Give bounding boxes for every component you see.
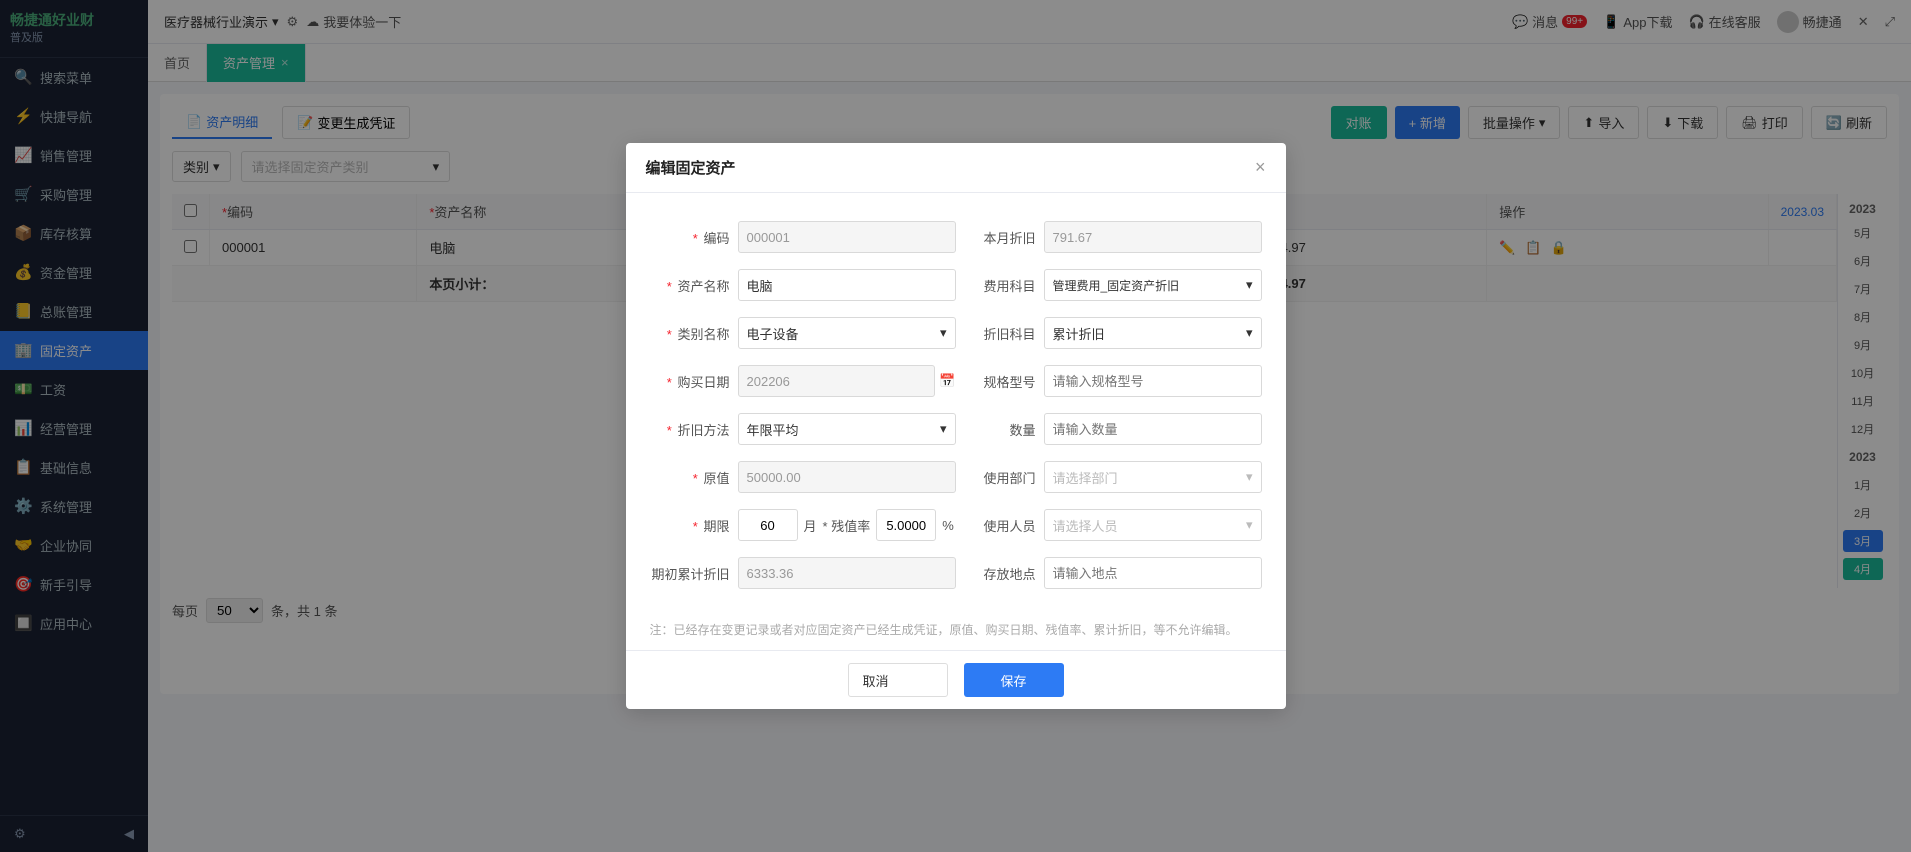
modal-footer: 取消 保存 <box>626 650 1286 709</box>
period-label: * 期限 <box>650 516 730 535</box>
opening-depr-label: 期初累计折旧 <box>650 564 730 583</box>
dept-label: 使用部门 <box>956 468 1036 487</box>
chevron-down-icon: ▾ <box>940 325 947 341</box>
expense-subject-select[interactable]: 管理费用_固定资产折旧 ▾ <box>1044 269 1262 301</box>
form-row-monthly-depr: 本月折旧 <box>956 213 1262 261</box>
spec-model-label: 规格型号 <box>956 372 1036 391</box>
form-row-depr-method: * 折旧方法 年限平均 ▾ <box>650 405 956 453</box>
chevron-down-icon: ▾ <box>940 421 947 437</box>
dept-select[interactable]: 请选择部门 ▾ <box>1044 461 1262 493</box>
original-value-label: * 原值 <box>650 468 730 487</box>
form-row-asset-name: * 资产名称 <box>650 261 956 309</box>
period-unit: 月 <box>804 516 817 535</box>
form-row-period: * 期限 月 * 残值率 % <box>650 501 956 549</box>
form-row-code: * 编码 <box>650 213 956 261</box>
modal-overlay: 编辑固定资产 × * 编码 <box>0 0 1911 852</box>
save-btn[interactable]: 保存 <box>964 663 1064 697</box>
quantity-label: 数量 <box>956 420 1036 439</box>
purchase-date-input[interactable] <box>738 365 936 397</box>
chevron-down-icon: ▾ <box>1246 469 1253 485</box>
chevron-down-icon: ▾ <box>1246 325 1253 341</box>
period-group: 月 * 残值率 % <box>738 509 956 541</box>
category-label: * 类别名称 <box>650 324 730 343</box>
user-select[interactable]: 请选择人员 ▾ <box>1044 509 1262 541</box>
purchase-date-label: * 购买日期 <box>650 372 730 391</box>
form-row-location: 存放地点 <box>956 549 1262 597</box>
category-select[interactable]: 电子设备 ▾ <box>738 317 956 349</box>
period-input[interactable] <box>738 509 798 541</box>
chevron-down-icon: ▾ <box>1246 517 1253 533</box>
monthly-depr-input <box>1044 221 1262 253</box>
form-row-category: * 类别名称 电子设备 ▾ <box>650 309 956 357</box>
expense-subject-label: 费用科目 <box>956 276 1036 295</box>
depr-method-select[interactable]: 年限平均 ▾ <box>738 413 956 445</box>
calendar-icon[interactable]: 📅 <box>939 373 955 389</box>
depr-method-label: * 折旧方法 <box>650 420 730 439</box>
depr-subject-select[interactable]: 累计折旧 ▾ <box>1044 317 1262 349</box>
opening-depr-input[interactable] <box>738 557 956 589</box>
depr-subject-label: 折旧科目 <box>956 324 1036 343</box>
form-row-opening-depr: 期初累计折旧 <box>650 549 956 597</box>
modal-title: 编辑固定资产 <box>646 157 736 178</box>
edit-asset-modal: 编辑固定资产 × * 编码 <box>626 143 1286 709</box>
modal-close-btn[interactable]: × <box>1255 157 1266 178</box>
original-value-input[interactable] <box>738 461 956 493</box>
form-row-depr-subject: 折旧科目 累计折旧 ▾ <box>956 309 1262 357</box>
form-row-quantity: 数量 <box>956 405 1262 453</box>
location-label: 存放地点 <box>956 564 1036 583</box>
form-row-dept: 使用部门 请选择部门 ▾ <box>956 453 1262 501</box>
quantity-input[interactable] <box>1044 413 1262 445</box>
cancel-btn[interactable]: 取消 <box>848 663 948 697</box>
residual-unit: % <box>942 518 954 533</box>
asset-name-label: * 资产名称 <box>650 276 730 295</box>
form-row-expense-subject: 费用科目 管理费用_固定资产折旧 ▾ <box>956 261 1262 309</box>
monthly-depr-label: 本月折旧 <box>956 228 1036 247</box>
spec-model-input[interactable] <box>1044 365 1262 397</box>
form-row-purchase-date: * 购买日期 📅 <box>650 357 956 405</box>
form-row-original-value: * 原值 <box>650 453 956 501</box>
modal-body: * 编码 * 资产名称 <box>626 193 1286 617</box>
user-label: 使用人员 <box>956 516 1036 535</box>
residual-input[interactable] <box>876 509 936 541</box>
asset-name-input[interactable] <box>738 269 956 301</box>
code-label: * 编码 <box>650 228 730 247</box>
modal-note: 注：已经存在变更记录或者对应固定资产已经生成凭证，原值、购买日期、残值率、累计折… <box>626 617 1286 650</box>
form-row-user: 使用人员 请选择人员 ▾ <box>956 501 1262 549</box>
form-right-col: 本月折旧 费用科目 管理费用_固定资产折旧 ▾ 折旧科目 <box>956 213 1262 597</box>
residual-label: * 残值率 <box>823 516 871 535</box>
chevron-down-icon: ▾ <box>1246 277 1253 293</box>
modal-header: 编辑固定资产 × <box>626 143 1286 193</box>
form-row-spec-model: 规格型号 <box>956 357 1262 405</box>
location-input[interactable] <box>1044 557 1262 589</box>
code-input[interactable] <box>738 221 956 253</box>
form-left-col: * 编码 * 资产名称 <box>650 213 956 597</box>
form-grid: * 编码 * 资产名称 <box>650 213 1262 597</box>
